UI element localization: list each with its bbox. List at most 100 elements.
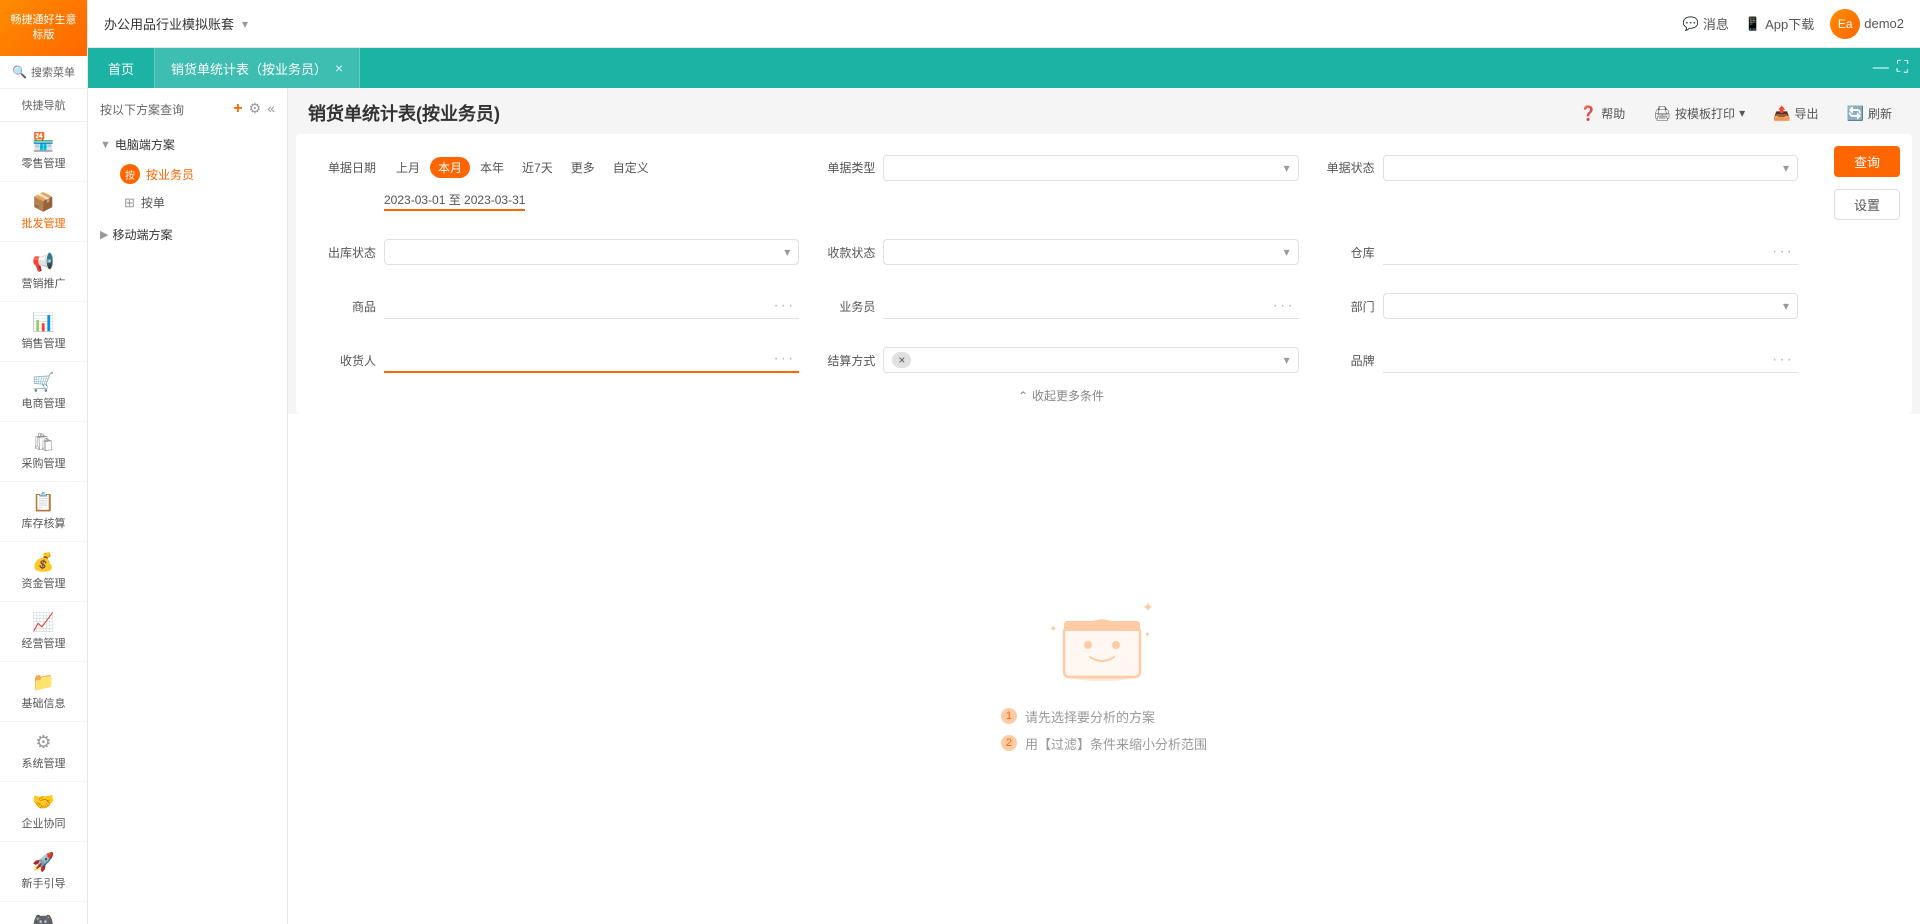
warehouse-label: 仓库 — [1323, 244, 1375, 261]
date-last7-btn[interactable]: 近7天 — [514, 157, 561, 178]
header-dropdown-icon[interactable]: ▾ — [242, 17, 248, 31]
add-plan-icon[interactable]: + — [233, 100, 242, 118]
export-label: 导出 — [1795, 105, 1819, 122]
tab-bar: 首页 销货单统计表（按业务员） × — ⛶ — [88, 48, 1920, 88]
sidebar-item-finance[interactable]: 💰 资金管理 — [0, 542, 87, 602]
date-current-month-btn[interactable]: 本月 — [430, 157, 470, 178]
sidebar-item-system[interactable]: ⚙ 系统管理 — [0, 722, 87, 782]
sidebar-item-purchase[interactable]: 🛍 采购管理 — [0, 422, 87, 482]
minimize-icon[interactable]: — — [1873, 59, 1889, 77]
query-button[interactable]: 查询 — [1834, 146, 1900, 177]
sidebar-item-wholesale[interactable]: 📦 批发管理 — [0, 182, 87, 242]
maximize-icon[interactable]: ⛶ — [1897, 59, 1908, 77]
enterprise-icon: 🤝 — [32, 792, 54, 813]
warehouse-dots-icon[interactable]: ··· — [1772, 243, 1794, 261]
avatar-text: Ea — [1838, 17, 1853, 31]
sidebar-item-marketing[interactable]: 📢 营销推广 — [0, 242, 87, 302]
left-panel: 按以下方案查询 + ⚙ « ▼ 电脑端方案 按 按业务员 ⊞ 按单 — [88, 88, 288, 924]
tab-home[interactable]: 首页 — [88, 48, 155, 88]
doc-type-control[interactable]: ▾ — [883, 155, 1298, 181]
recv-status-arrow-icon: ▾ — [1284, 245, 1290, 259]
settings-plan-icon[interactable]: ⚙ — [249, 100, 262, 118]
header-right: 💬 消息 📱 App下载 Ea demo2 — [1683, 9, 1904, 39]
tab-active[interactable]: 销货单统计表（按业务员） × — [155, 48, 360, 88]
sidebar-item-apps[interactable]: 🎮 应用中心 — [0, 902, 87, 924]
recv-status-control[interactable]: ▾ — [883, 239, 1298, 265]
warehouse-control[interactable]: ··· — [1383, 239, 1798, 265]
date-buttons: 上月 本月 本年 近7天 更多 自定义 — [388, 157, 657, 178]
goods-control[interactable]: ··· — [384, 293, 799, 319]
template-print-btn[interactable]: 🖨 按模板打印 ▾ — [1645, 101, 1753, 126]
message-label: 消息 — [1703, 14, 1729, 33]
sales-icon: 📊 — [32, 312, 54, 333]
dept-control[interactable]: ▾ — [1383, 293, 1798, 319]
collapse-panel-icon[interactable]: « — [267, 100, 275, 118]
wholesale-icon: 📦 — [32, 192, 54, 213]
brand-dots-icon[interactable]: ··· — [1772, 351, 1794, 369]
quick-nav[interactable]: 快捷导航 — [0, 89, 87, 122]
doc-type-filter-cell: 单据类型 ▾ — [811, 146, 1310, 189]
sidebar-item-enterprise[interactable]: 🤝 企业协同 — [0, 782, 87, 842]
settings-button[interactable]: 设置 — [1834, 189, 1900, 220]
sub-plan-item[interactable]: ⊞ 按单 — [100, 189, 275, 216]
sidebar-item-sales-label: 销售管理 — [22, 335, 66, 351]
tab-close-icon[interactable]: × — [335, 60, 343, 76]
svg-text:✦: ✦ — [1144, 630, 1151, 639]
doc-status-control[interactable]: ▾ — [1383, 155, 1798, 181]
settlement-control[interactable]: × ▾ — [883, 347, 1298, 373]
retail-icon: 🏪 — [32, 132, 54, 153]
step-1-desc: 请先选择要分析的方案 — [1025, 707, 1155, 726]
app-download-btn[interactable]: 📱 App下载 — [1745, 14, 1814, 33]
sidebar-item-newbie[interactable]: 🚀 新手引导 — [0, 842, 87, 902]
sidebar-item-retail[interactable]: 🏪 零售管理 — [0, 122, 87, 182]
sidebar-item-ecommerce[interactable]: 🛒 电商管理 — [0, 362, 87, 422]
brand-control[interactable]: ··· — [1383, 347, 1798, 373]
salesperson-label: 业务员 — [823, 298, 875, 315]
sidebar-item-inventory[interactable]: 📋 库存核算 — [0, 482, 87, 542]
refresh-btn[interactable]: 🔄 刷新 — [1839, 101, 1900, 126]
filter-row-3: 商品 ··· 业务员 ··· — [296, 273, 1826, 327]
page-actions: ❓ 帮助 🖨 按模板打印 ▾ 📤 导出 🔄 刷新 — [1572, 101, 1900, 126]
salesperson-control[interactable]: ··· — [883, 293, 1298, 319]
doc-status-label: 单据状态 — [1323, 159, 1375, 176]
message-btn[interactable]: 💬 消息 — [1683, 14, 1729, 33]
date-custom-btn[interactable]: 自定义 — [605, 157, 657, 178]
message-icon: 💬 — [1683, 16, 1699, 32]
date-label: 单据日期 — [324, 159, 376, 176]
active-plan-item[interactable]: 按 按业务员 — [100, 159, 275, 189]
right-main: 销货单统计表(按业务员) ❓ 帮助 🖨 按模板打印 ▾ 📤 导出 — [288, 88, 1920, 924]
operations-icon: 📈 — [32, 612, 54, 633]
user-profile[interactable]: Ea demo2 — [1830, 9, 1904, 39]
content-area: 按以下方案查询 + ⚙ « ▼ 电脑端方案 按 按业务员 ⊞ 按单 — [88, 88, 1920, 924]
sidebar-item-inventory-label: 库存核算 — [22, 515, 66, 531]
date-more-btn[interactable]: 更多 — [563, 157, 603, 178]
help-btn[interactable]: ❓ 帮助 — [1572, 101, 1633, 126]
consignee-control[interactable]: ··· — [384, 347, 799, 373]
date-current-year-btn[interactable]: 本年 — [472, 157, 512, 178]
salesperson-dots-icon[interactable]: ··· — [1273, 297, 1295, 315]
sidebar-item-operations[interactable]: 📈 经营管理 — [0, 602, 87, 662]
search-menu[interactable]: 🔍 搜索菜单 — [0, 56, 87, 89]
goods-dots-icon[interactable]: ··· — [773, 297, 795, 315]
empty-text: 1 请先选择要分析的方案 2 用【过滤】条件来缩小分析范围 — [1001, 707, 1207, 761]
filter-section: 单据日期 上月 本月 本年 近7天 更多 自定义 — [296, 134, 1826, 414]
apps-icon: 🎮 — [32, 912, 54, 924]
out-status-control[interactable]: ▾ — [384, 239, 799, 265]
goods-label: 商品 — [324, 298, 376, 315]
date-prev-month-btn[interactable]: 上月 — [388, 157, 428, 178]
sidebar-item-sales[interactable]: 📊 销售管理 — [0, 302, 87, 362]
consignee-filter-cell: 收货人 ··· — [312, 339, 811, 381]
date-filter-cell: 单据日期 上月 本月 本年 近7天 更多 自定义 — [312, 146, 811, 189]
app-download-label: App下载 — [1765, 14, 1814, 33]
collapse-bar[interactable]: ⌃ 收起更多条件 — [296, 381, 1826, 414]
date-range-row: 2023-03-01 至 2023-03-31 — [296, 189, 1826, 219]
app-logo: 畅捷通好生意 标版 — [0, 0, 88, 56]
sidebar-item-basic[interactable]: 📁 基础信息 — [0, 662, 87, 722]
settlement-clear-btn[interactable]: × — [898, 353, 905, 367]
pc-plan-group[interactable]: ▼ 电脑端方案 — [100, 130, 275, 159]
mobile-plan-group[interactable]: ▶ 移动端方案 — [100, 220, 275, 249]
page-title: 销货单统计表(按业务员) — [308, 100, 500, 126]
system-icon: ⚙ — [35, 732, 51, 753]
consignee-dots-icon[interactable]: ··· — [773, 350, 795, 368]
export-btn[interactable]: 📤 导出 — [1765, 101, 1826, 126]
